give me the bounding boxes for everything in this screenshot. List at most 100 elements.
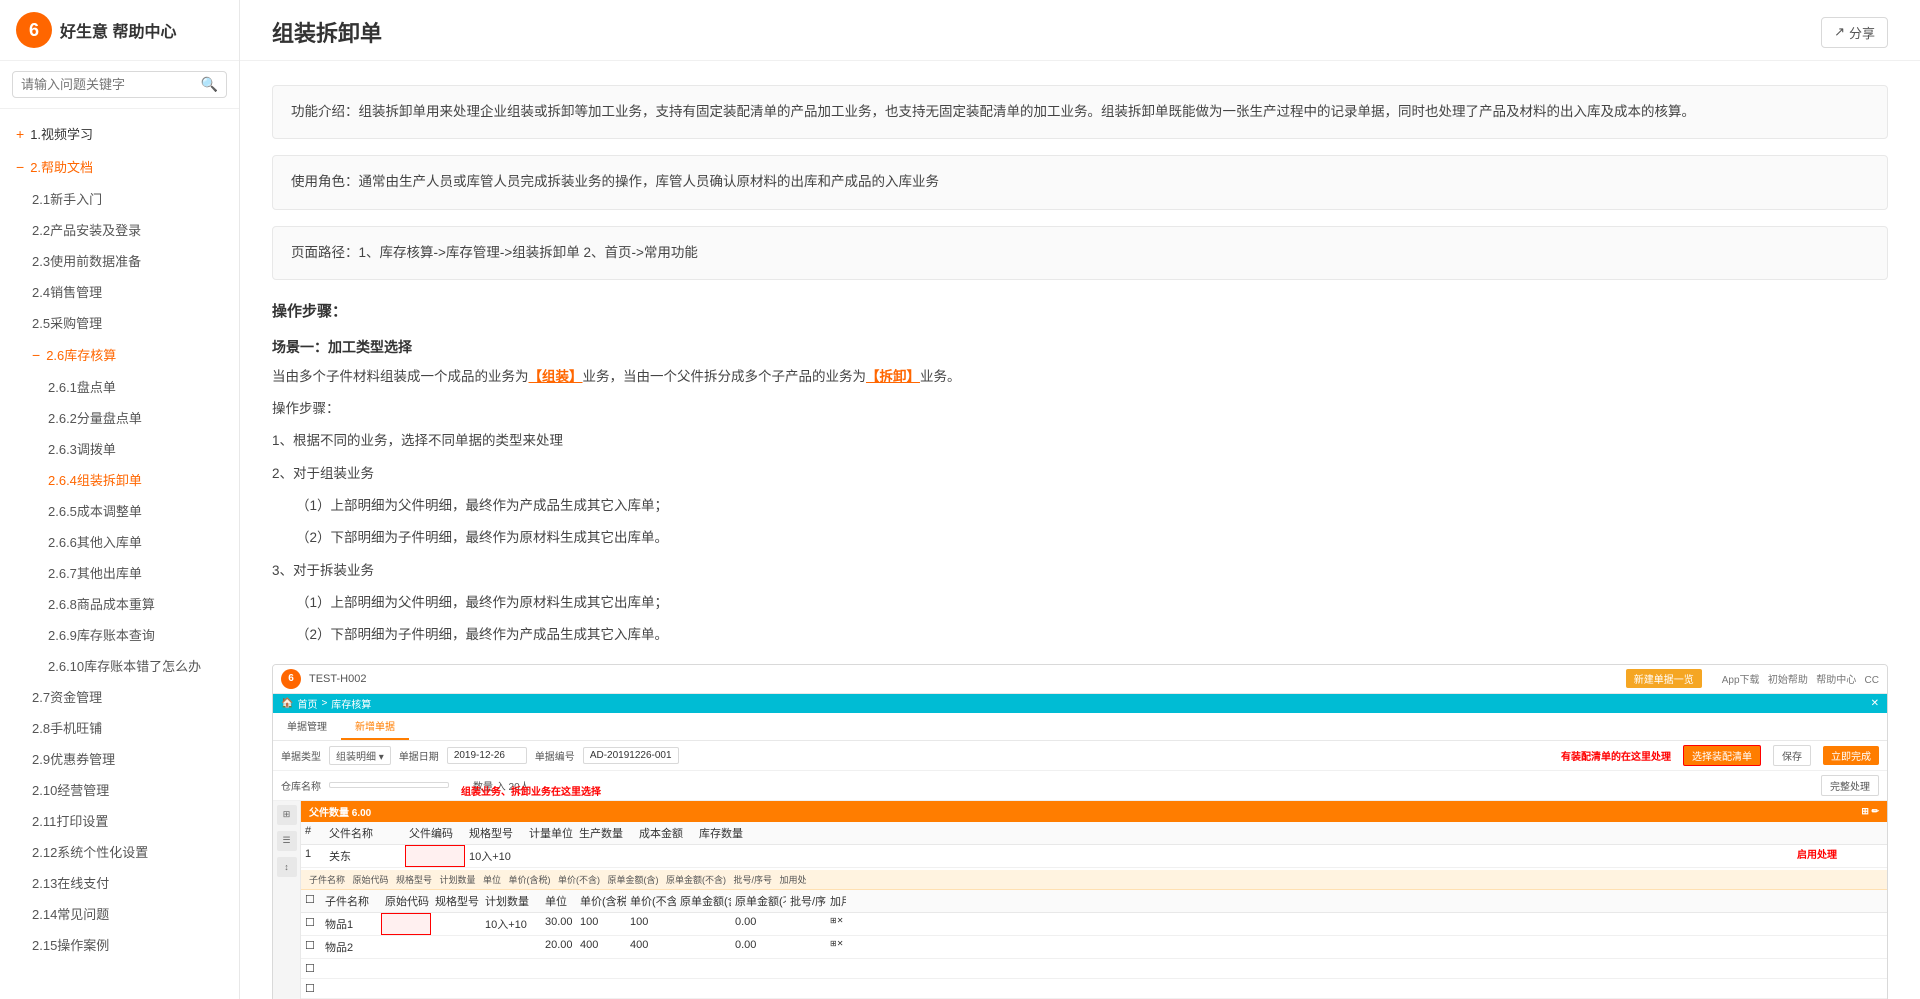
- highlight-disassemble: 【拆卸】: [866, 369, 920, 384]
- mock-date-label: 单据日期: [399, 748, 439, 763]
- nav-sub-list-26: 2.6.1盘点单 2.6.2分量盘点单 2.6.3调拨单 2.6.4组装拆卸单 …: [0, 371, 239, 681]
- empty-rows: ☐☐☐☐☐: [301, 959, 1887, 999]
- lower-section-label: 子件名称 原始代码 规格型号 计划数量 单位 单价(含税) 单价(不含) 原单金…: [309, 875, 807, 885]
- step-1: 1、根据不同的业务，选择不同单据的类型来处理: [272, 429, 1888, 453]
- nav-item-268[interactable]: 2.6.8商品成本重算: [0, 588, 239, 619]
- nav-item-269[interactable]: 2.6.9库存账本查询: [0, 619, 239, 650]
- intro-block-2: 使用角色：通常由生产人员或库管人员完成拆装业务的操作，库管人员确认原材料的出库和…: [272, 155, 1888, 209]
- upper-th-qty: 生产数量: [575, 822, 635, 844]
- share-button[interactable]: ↗ 分享: [1821, 17, 1888, 48]
- nav-item-263[interactable]: 2.6.3调拨单: [0, 433, 239, 464]
- nav-item-214[interactable]: 2.14常见问题: [0, 898, 239, 929]
- share-icon: ↗: [1834, 24, 1845, 40]
- nav-item-27[interactable]: 2.7资金管理: [0, 681, 239, 712]
- scene1-title: 场景一：加工类型选择: [272, 337, 1888, 357]
- nav-item-212[interactable]: 2.12系统个性化设置: [0, 836, 239, 867]
- lower-td-1-planqty: 10入+10: [481, 913, 541, 935]
- lower-th-planqty: 计划数量: [481, 890, 541, 912]
- nav-group-title-26[interactable]: − 2.6库存核算: [0, 338, 239, 371]
- upper-th-spec: 规格型号: [465, 822, 525, 844]
- upper-th-unit: 计量单位: [525, 822, 575, 844]
- lower-td-3-6: [576, 959, 626, 978]
- mock-tables: 父件数量 6.00 ⊞ ✏ 组装业务、拆卸业务在这里选择 # 父件名称 父件编码…: [301, 801, 1887, 999]
- upper-td-1-num: 1: [301, 845, 325, 867]
- lower-td-2-planqty: [481, 936, 541, 958]
- lower-td-1-amt-tax: [676, 913, 731, 935]
- nav-item-265[interactable]: 2.6.5成本调整单: [0, 495, 239, 526]
- nav-item-25[interactable]: 2.5采购管理: [0, 307, 239, 338]
- nav-group-title-2[interactable]: − 2.帮助文档: [0, 150, 239, 183]
- minus-icon-26: −: [32, 347, 40, 363]
- search-icon[interactable]: 🔍: [201, 76, 218, 93]
- nav-item-22[interactable]: 2.2产品安装及登录: [0, 214, 239, 245]
- lower-td-1-amt-notax: 0.00: [731, 913, 786, 935]
- mock-nav-text: 首页: [297, 696, 317, 711]
- nav-item-21[interactable]: 2.1新手入门: [0, 183, 239, 214]
- upper-td-1-qty: [575, 845, 635, 867]
- nav-group-title-1[interactable]: + 1.视频学习: [0, 117, 239, 150]
- nav-group-label-1: 1.视频学习: [30, 124, 93, 143]
- mock-store-label: 仓库名称: [281, 778, 321, 793]
- lower-th-batch: 批号/序号: [786, 890, 826, 912]
- annotation-3: 启用处理: [1797, 846, 1837, 861]
- lower-row-4: ☐: [301, 979, 1887, 999]
- search-input[interactable]: [21, 77, 201, 92]
- upper-th-num: #: [301, 822, 325, 844]
- lower-th-code: 原始代码: [381, 890, 431, 912]
- nav-item-211[interactable]: 2.11打印设置: [0, 805, 239, 836]
- upper-section-right: ⊞ ✏: [1861, 806, 1879, 817]
- lower-td-3-11: [826, 959, 846, 978]
- nav-group-1: + 1.视频学习: [0, 117, 239, 150]
- upper-row-1: 1 关东 10入+10: [301, 845, 1887, 868]
- mock-finish-btn: 完整处理: [1821, 775, 1879, 796]
- upper-th-name: 父件名称: [325, 822, 405, 844]
- page-header: 组装拆卸单 ↗ 分享: [240, 0, 1920, 61]
- mock-logo: 6: [281, 669, 301, 689]
- lower-td-3-3: [431, 959, 481, 978]
- nav-group-label-26: 2.6库存核算: [46, 345, 116, 364]
- nav-group-label-2: 2.帮助文档: [30, 157, 93, 176]
- nav-item-261[interactable]: 2.6.1盘点单: [0, 371, 239, 402]
- screenshot-container: 6 TEST-H002 新建单据一览 App下载 初始帮助 帮助中心 CC 🏠 …: [272, 664, 1888, 999]
- lower-td-1-action: ⊞✕: [826, 913, 846, 935]
- mock-store-input: [329, 782, 449, 788]
- mock-icon-bar: ⊞ ☰ ↕: [273, 801, 301, 999]
- nav-item-266[interactable]: 2.6.6其他入库单: [0, 526, 239, 557]
- logo-area: 6 好生意 帮助中心: [0, 0, 239, 61]
- mock-date-input: 2019-12-26: [447, 747, 527, 764]
- content-area: 功能介绍：组装拆卸单用来处理企业组装或拆卸等加工业务，支持有固定装配清单的产品加…: [240, 61, 1920, 999]
- mock-new-btn: 新建单据一览: [1626, 669, 1702, 688]
- nav-item-29[interactable]: 2.9优惠券管理: [0, 743, 239, 774]
- share-label: 分享: [1849, 23, 1875, 42]
- nav-item-213[interactable]: 2.13在线支付: [0, 867, 239, 898]
- nav-item-264[interactable]: 2.6.4组装拆卸单: [0, 464, 239, 495]
- lower-td-4-10: [786, 979, 826, 998]
- nav-item-215[interactable]: 2.15操作案例: [0, 929, 239, 960]
- nav-item-23[interactable]: 2.3使用前数据准备: [0, 245, 239, 276]
- nav-item-24[interactable]: 2.4销售管理: [0, 276, 239, 307]
- upper-td-1-unit: [525, 845, 575, 867]
- lower-th-price-notax: 单价(不含): [626, 890, 676, 912]
- nav-item-267[interactable]: 2.6.7其他出库单: [0, 557, 239, 588]
- lower-td-3-4: [481, 959, 541, 978]
- lower-th-amt-notax: 原单金额(不含): [731, 890, 786, 912]
- nav-item-28[interactable]: 2.8手机旺铺: [0, 712, 239, 743]
- highlight-assemble: 【组装】: [529, 369, 583, 384]
- nav-item-262[interactable]: 2.6.2分量盘点单: [0, 402, 239, 433]
- lower-th-spec: 规格型号: [431, 890, 481, 912]
- search-box[interactable]: 🔍: [12, 71, 227, 98]
- page-title: 组装拆卸单: [272, 16, 382, 48]
- nav-item-210[interactable]: 2.10经营管理: [0, 774, 239, 805]
- lower-td-2-action: ⊞✕: [826, 936, 846, 958]
- nav-item-2610[interactable]: 2.6.10库存账本错了怎么办: [0, 650, 239, 681]
- upper-td-1-name: 关东: [325, 845, 405, 867]
- intro-text-3: 页面路径：1、库存核算->库存管理->组装拆卸单 2、首页->常用功能: [291, 245, 698, 260]
- plus-icon-1: +: [16, 126, 24, 142]
- mock-form-row: 单据类型 组装明细 ▾ 单据日期 2019-12-26 单据编号 AD-2019…: [273, 741, 1887, 771]
- upper-td-1-stock: [695, 845, 755, 867]
- lower-td-2-amt-tax: [676, 936, 731, 958]
- upper-table-header: # 父件名称 父件编码 规格型号 计量单位 生产数量 成本金额 库存数量: [301, 822, 1887, 845]
- nav-group-26: − 2.6库存核算 2.6.1盘点单 2.6.2分量盘点单 2.6.3调拨单 2…: [0, 338, 239, 681]
- annotation-1: 有装配清单的在这里处理: [1561, 748, 1671, 763]
- step-2-2: （2）下部明细为子件明细，最终作为原材料生成其它出库单。: [272, 526, 1888, 550]
